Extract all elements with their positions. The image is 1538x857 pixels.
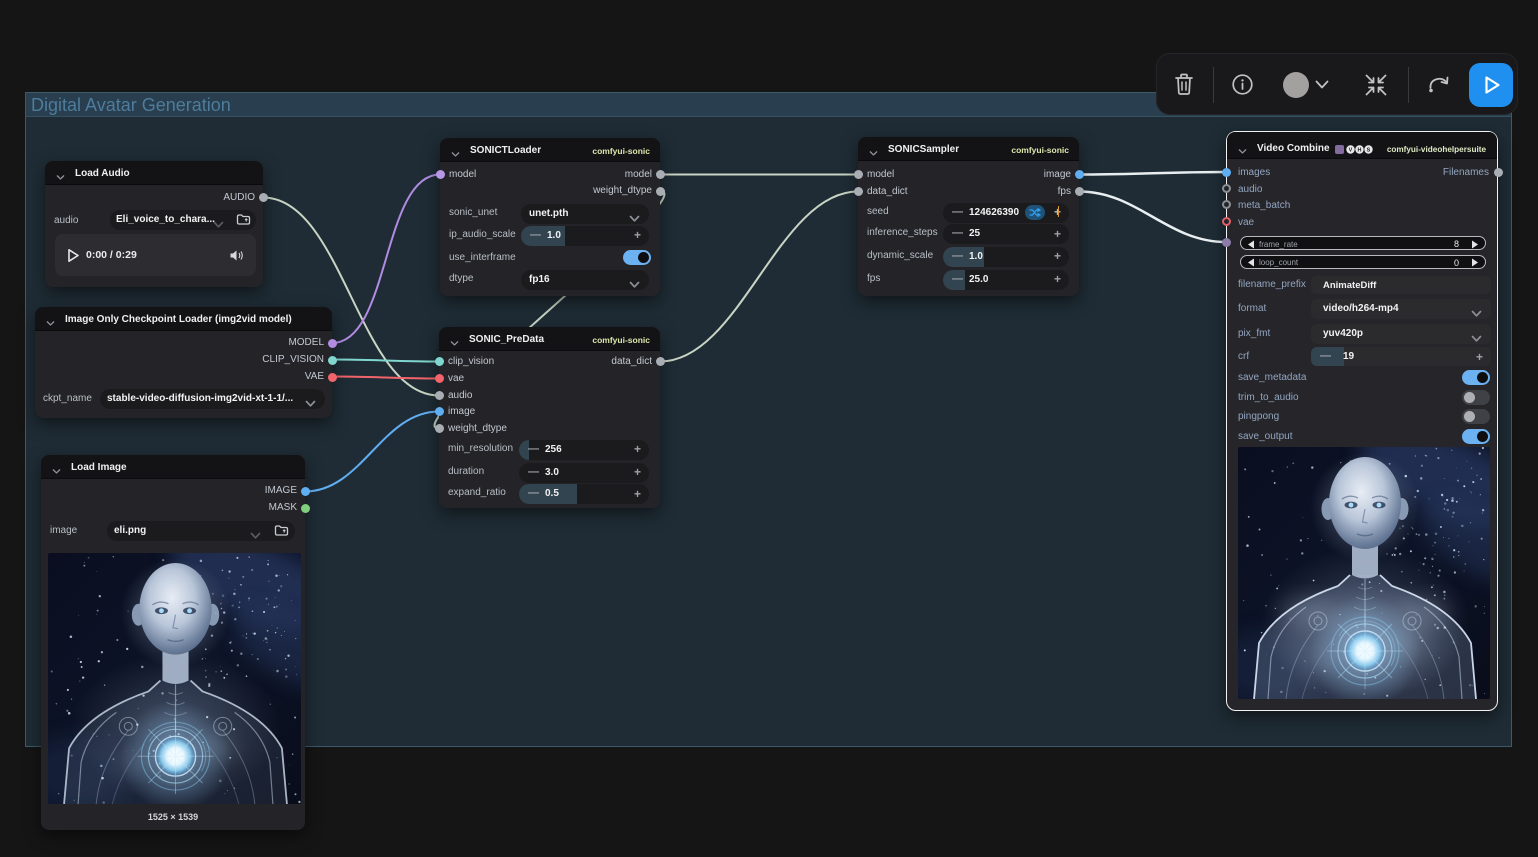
svg-text:H: H xyxy=(1358,148,1362,154)
svg-text:S: S xyxy=(1367,148,1371,154)
svg-text:V: V xyxy=(1349,148,1353,154)
